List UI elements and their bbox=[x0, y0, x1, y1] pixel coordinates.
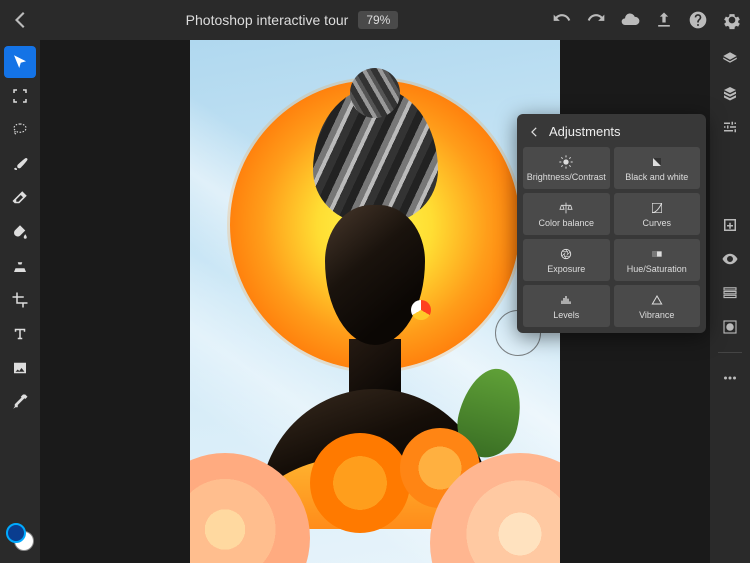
fill-tool[interactable] bbox=[4, 216, 36, 248]
adjustments-back-button[interactable] bbox=[527, 125, 541, 139]
hue-icon bbox=[649, 246, 665, 262]
balance-icon bbox=[558, 200, 574, 216]
right-rail bbox=[710, 40, 750, 563]
brightness-icon bbox=[558, 154, 574, 170]
adjustments-panel-icon[interactable] bbox=[715, 112, 745, 142]
levels-icon bbox=[558, 292, 574, 308]
brightness-contrast-tile[interactable]: Brightness/Contrast bbox=[523, 147, 610, 189]
left-tool-rail bbox=[0, 40, 40, 563]
zoom-level-badge[interactable]: 79% bbox=[358, 11, 398, 29]
black-white-tile[interactable]: Black and white bbox=[614, 147, 701, 189]
top-bar: Photoshop interactive tour 79% bbox=[0, 0, 750, 40]
visibility-icon[interactable] bbox=[715, 244, 745, 274]
place-image-tool[interactable] bbox=[4, 352, 36, 384]
lasso-tool[interactable] bbox=[4, 114, 36, 146]
eraser-tool[interactable] bbox=[4, 182, 36, 214]
undo-icon[interactable] bbox=[552, 10, 572, 30]
adjustments-title: Adjustments bbox=[549, 124, 621, 139]
eyedropper-tool[interactable] bbox=[4, 386, 36, 418]
mask-icon[interactable] bbox=[715, 312, 745, 342]
back-button[interactable] bbox=[8, 8, 32, 32]
aperture-icon bbox=[558, 246, 574, 262]
color-swatch[interactable] bbox=[6, 523, 34, 551]
foreground-color[interactable] bbox=[6, 523, 26, 543]
share-icon[interactable] bbox=[654, 10, 674, 30]
settings-icon[interactable] bbox=[722, 10, 742, 30]
vibrance-icon bbox=[649, 292, 665, 308]
document-title: Photoshop interactive tour bbox=[186, 12, 349, 28]
hue-saturation-tile[interactable]: Hue/Saturation bbox=[614, 239, 701, 281]
exposure-tile[interactable]: Exposure bbox=[523, 239, 610, 281]
black-white-icon bbox=[649, 154, 665, 170]
artwork-canvas[interactable] bbox=[190, 40, 560, 563]
more-icon[interactable] bbox=[715, 363, 745, 393]
type-tool[interactable] bbox=[4, 318, 36, 350]
layers-panel-icon[interactable] bbox=[715, 44, 745, 74]
cloud-sync-icon[interactable] bbox=[620, 10, 640, 30]
move-tool[interactable] bbox=[4, 46, 36, 78]
help-icon[interactable] bbox=[688, 10, 708, 30]
curves-icon bbox=[649, 200, 665, 216]
curves-tile[interactable]: Curves bbox=[614, 193, 701, 235]
transform-tool[interactable] bbox=[4, 80, 36, 112]
levels-tile[interactable]: Levels bbox=[523, 285, 610, 327]
compact-layers-icon[interactable] bbox=[715, 278, 745, 308]
adjustments-panel: Adjustments Brightness/Contrast Black an… bbox=[517, 114, 706, 333]
vibrance-tile[interactable]: Vibrance bbox=[614, 285, 701, 327]
clone-stamp-tool[interactable] bbox=[4, 250, 36, 282]
redo-icon[interactable] bbox=[586, 10, 606, 30]
color-balance-tile[interactable]: Color balance bbox=[523, 193, 610, 235]
layer-properties-icon[interactable] bbox=[715, 78, 745, 108]
crop-tool[interactable] bbox=[4, 284, 36, 316]
add-layer-icon[interactable] bbox=[715, 210, 745, 240]
brush-tool[interactable] bbox=[4, 148, 36, 180]
